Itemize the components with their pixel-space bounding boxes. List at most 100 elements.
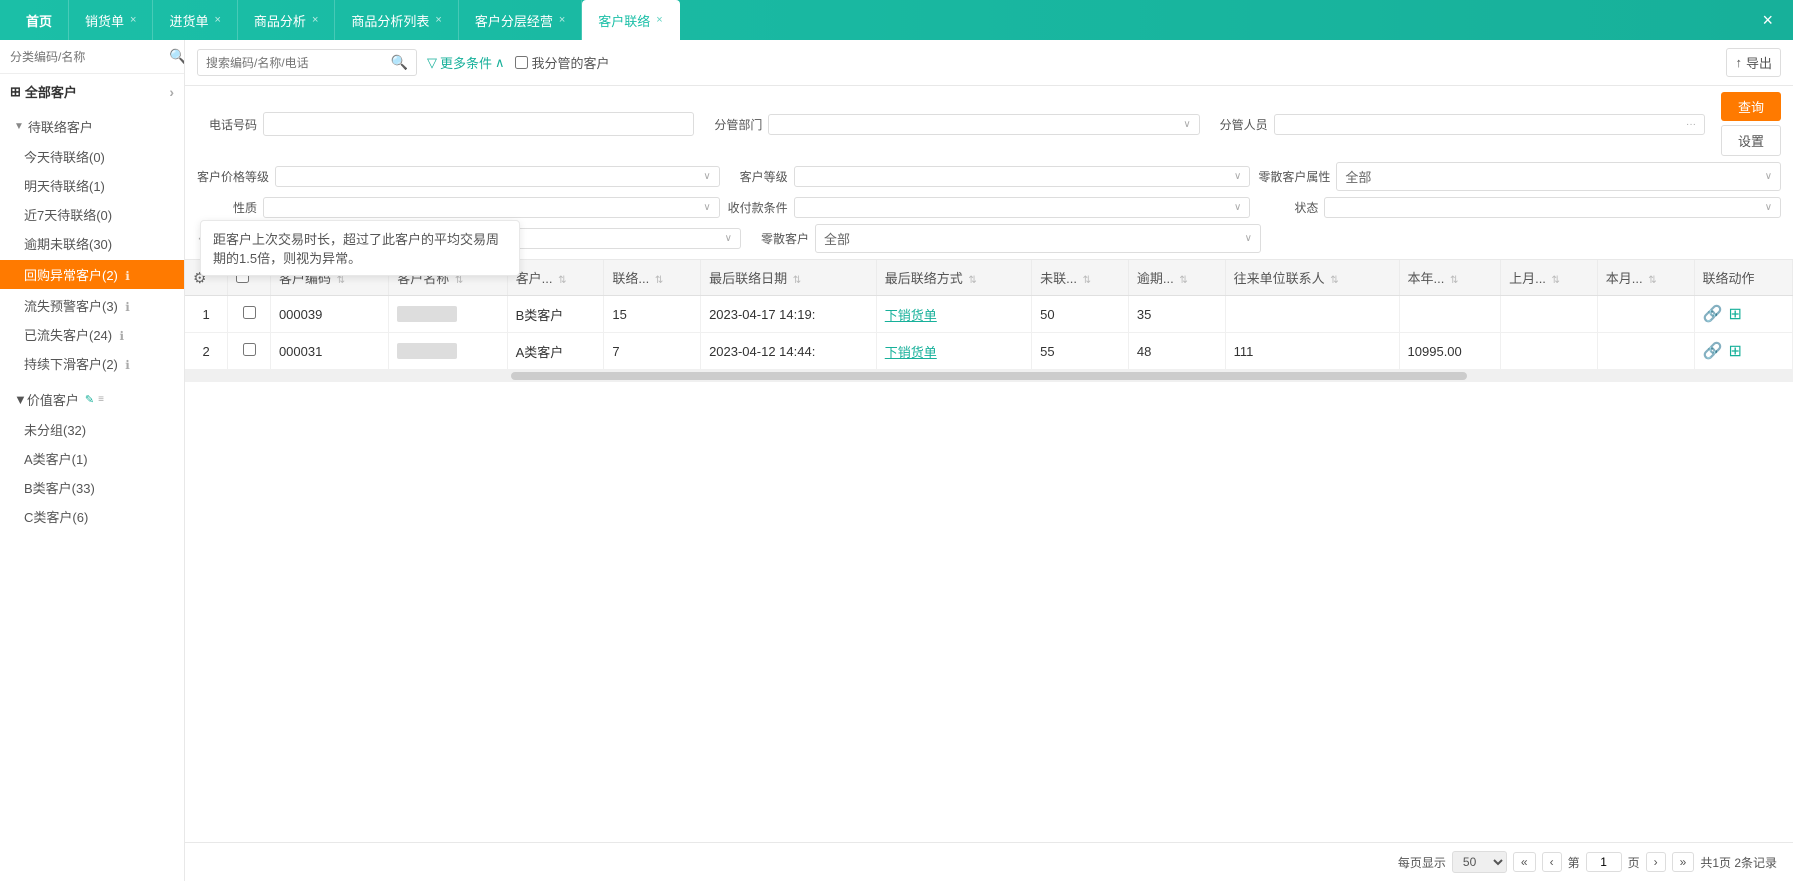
nav-tab-customer-segment[interactable]: 客户分层经营 ×	[459, 0, 582, 40]
gender-select[interactable]: ∨	[263, 197, 720, 218]
action-link-icon[interactable]: 🔗	[1703, 341, 1723, 361]
status-select[interactable]: ∨	[1324, 197, 1781, 218]
pay-arrow-icon: ∨	[1234, 202, 1241, 213]
sidebar-item-7days[interactable]: 近7天待联络(0)	[0, 200, 184, 229]
cell-last-month	[1501, 333, 1598, 370]
next-page-button[interactable]: ›	[1646, 852, 1666, 872]
content-area: 距客户上次交易时长，超过了此客户的平均交易周期的1.5倍，则视为异常。 🔍 ▽ …	[185, 40, 1793, 881]
cell-last-way: 下销货单	[876, 333, 1031, 370]
query-button[interactable]: 查询	[1721, 92, 1781, 121]
horizontal-scrollbar-thumb[interactable]	[511, 372, 1466, 380]
main-search-icon[interactable]: 🔍	[391, 54, 408, 71]
sidebar-search-icon[interactable]: 🔍	[169, 48, 185, 65]
close-product-analysis-list-tab-icon[interactable]: ×	[435, 14, 441, 26]
row-checkbox-1[interactable]	[243, 343, 256, 356]
nav-tab-sales[interactable]: 销货单 ×	[69, 0, 153, 40]
action-btns: 查询 设置	[1721, 92, 1781, 156]
page-number-input[interactable]	[1586, 852, 1622, 872]
close-sales-tab-icon[interactable]: ×	[130, 14, 136, 26]
action-grid-icon[interactable]: ⊞	[1728, 341, 1741, 361]
cell-this-month	[1597, 296, 1694, 333]
person-arrow-icon: ···	[1686, 119, 1696, 130]
per-page-select[interactable]: 50 100 200	[1452, 851, 1507, 873]
cell-unreached: 50	[1032, 296, 1129, 333]
nav-tab-home[interactable]: 首页	[10, 0, 69, 40]
last-date-sort-icon: ⇅	[793, 275, 801, 286]
this-year-sort-icon: ⇅	[1450, 275, 1458, 286]
sidebar-item-repurchase-abnormal[interactable]: 回购异常客户(2) ℹ	[0, 260, 184, 289]
retail-customer-select[interactable]: 全部 ∨	[815, 224, 1261, 253]
cell-ctype: B类客户	[507, 296, 604, 333]
filter-cell-phone: 电话号码	[197, 112, 694, 136]
sidebar-item-ungrouped[interactable]: 未分组(32)	[0, 415, 184, 444]
price-grade-select[interactable]: ∨	[275, 166, 720, 187]
th-this-year: 本年... ⇅	[1399, 260, 1501, 296]
filter-cell-level: 客户等级 ∨	[728, 166, 1251, 187]
filter-cell-pay: 收付款条件 ∨	[728, 197, 1251, 218]
last-way-link[interactable]: 下销货单	[885, 308, 937, 323]
nav-tab-purchase[interactable]: 进货单 ×	[153, 0, 237, 40]
cell-this-month	[1597, 333, 1694, 370]
value-sort-icon[interactable]: ≡	[98, 394, 104, 405]
phone-input[interactable]	[263, 112, 694, 136]
last-month-sort-icon: ⇅	[1552, 275, 1560, 286]
sidebar-item-churned[interactable]: 已流失客户(24) ℹ	[0, 320, 184, 349]
sidebar-item-a-class[interactable]: A类客户(1)	[0, 444, 184, 473]
retail-customer-arrow-icon: ∨	[1245, 233, 1252, 244]
close-purchase-tab-icon[interactable]: ×	[214, 14, 220, 26]
this-month-sort-icon: ⇅	[1648, 275, 1656, 286]
row-checkbox-0[interactable]	[243, 306, 256, 319]
retail-attr-select[interactable]: 全部 ∨	[1336, 162, 1781, 191]
value-edit-icon[interactable]: ✎	[85, 393, 94, 406]
nav-tab-customer-contact[interactable]: 客户联络 ×	[582, 0, 679, 40]
prev-page-button[interactable]: ‹	[1542, 852, 1562, 872]
sidebar-search-input[interactable]	[10, 50, 165, 64]
sidebar-item-declining[interactable]: 持续下滑客户(2) ℹ	[0, 349, 184, 378]
th-last-date: 最后联络日期 ⇅	[701, 260, 877, 296]
retail-attr-label: 零散客户属性	[1258, 168, 1330, 185]
sidebar-item-c-class[interactable]: C类客户(6)	[0, 502, 184, 531]
filter-cell-price-grade: 客户价格等级 ∨	[197, 166, 720, 187]
sidebar-item-churn-warning[interactable]: 流失预警客户(3) ℹ	[0, 291, 184, 320]
overdue-sort-icon: ⇅	[1179, 275, 1187, 286]
my-customer-checkbox[interactable]	[515, 56, 528, 69]
pending-contact-title[interactable]: ▼ 待联络客户	[0, 111, 184, 142]
action-grid-icon[interactable]: ⊞	[1728, 304, 1741, 324]
window-close-button[interactable]: ×	[1752, 10, 1783, 31]
sidebar-item-tomorrow[interactable]: 明天待联络(1)	[0, 171, 184, 200]
main-search-input[interactable]	[206, 56, 385, 70]
cell-ctype: A类客户	[507, 333, 604, 370]
nav-tab-product-analysis[interactable]: 商品分析 ×	[238, 0, 335, 40]
cell-overdue: 35	[1128, 296, 1225, 333]
export-button[interactable]: ↑ 导出	[1726, 48, 1781, 77]
setting-button[interactable]: 设置	[1721, 125, 1781, 156]
sidebar-collapse-icon[interactable]: ›	[169, 84, 174, 100]
horizontal-scroll-area[interactable]	[185, 370, 1793, 382]
filter-cell-retail-customer: 零散客户 全部 ∨	[749, 224, 1261, 253]
more-conditions-button[interactable]: ▽ 更多条件 ∧	[427, 53, 505, 72]
sidebar-item-overdue[interactable]: 逾期未联络(30)	[0, 229, 184, 258]
level-select[interactable]: ∨	[794, 166, 1251, 187]
close-product-analysis-tab-icon[interactable]: ×	[312, 14, 318, 26]
dept-select[interactable]: ∨	[768, 114, 1199, 135]
price-grade-label: 客户价格等级	[197, 168, 269, 185]
first-page-button[interactable]: «	[1513, 852, 1536, 872]
more-conditions-arrow-icon: ∧	[495, 55, 505, 71]
last-page-button[interactable]: »	[1672, 852, 1695, 872]
action-link-icon[interactable]: 🔗	[1703, 304, 1723, 324]
close-customer-segment-tab-icon[interactable]: ×	[559, 14, 565, 26]
all-customers-title[interactable]: ⊞ 全部客户 ›	[0, 74, 184, 109]
person-select[interactable]: ···	[1274, 114, 1705, 135]
value-customer-title[interactable]: ▼ 价值客户 ✎ ≡	[0, 384, 184, 415]
close-customer-contact-tab-icon[interactable]: ×	[656, 14, 662, 26]
cell-action: 🔗 ⊞	[1694, 296, 1792, 333]
th-overdue: 逾期... ⇅	[1128, 260, 1225, 296]
pay-select[interactable]: ∨	[794, 197, 1251, 218]
sidebar-item-b-class[interactable]: B类客户(33)	[0, 473, 184, 502]
last-way-link[interactable]: 下销货单	[885, 345, 937, 360]
nav-tab-product-analysis-list[interactable]: 商品分析列表 ×	[335, 0, 458, 40]
sidebar-item-today[interactable]: 今天待联络(0)	[0, 142, 184, 171]
filter-icon: ▽	[427, 55, 437, 71]
filter-cell-retail-attr: 零散客户属性 全部 ∨	[1258, 162, 1781, 191]
table-row: 1 000039 B类客户 15 2023-04-17 14:19: 下销货单 …	[185, 296, 1793, 333]
